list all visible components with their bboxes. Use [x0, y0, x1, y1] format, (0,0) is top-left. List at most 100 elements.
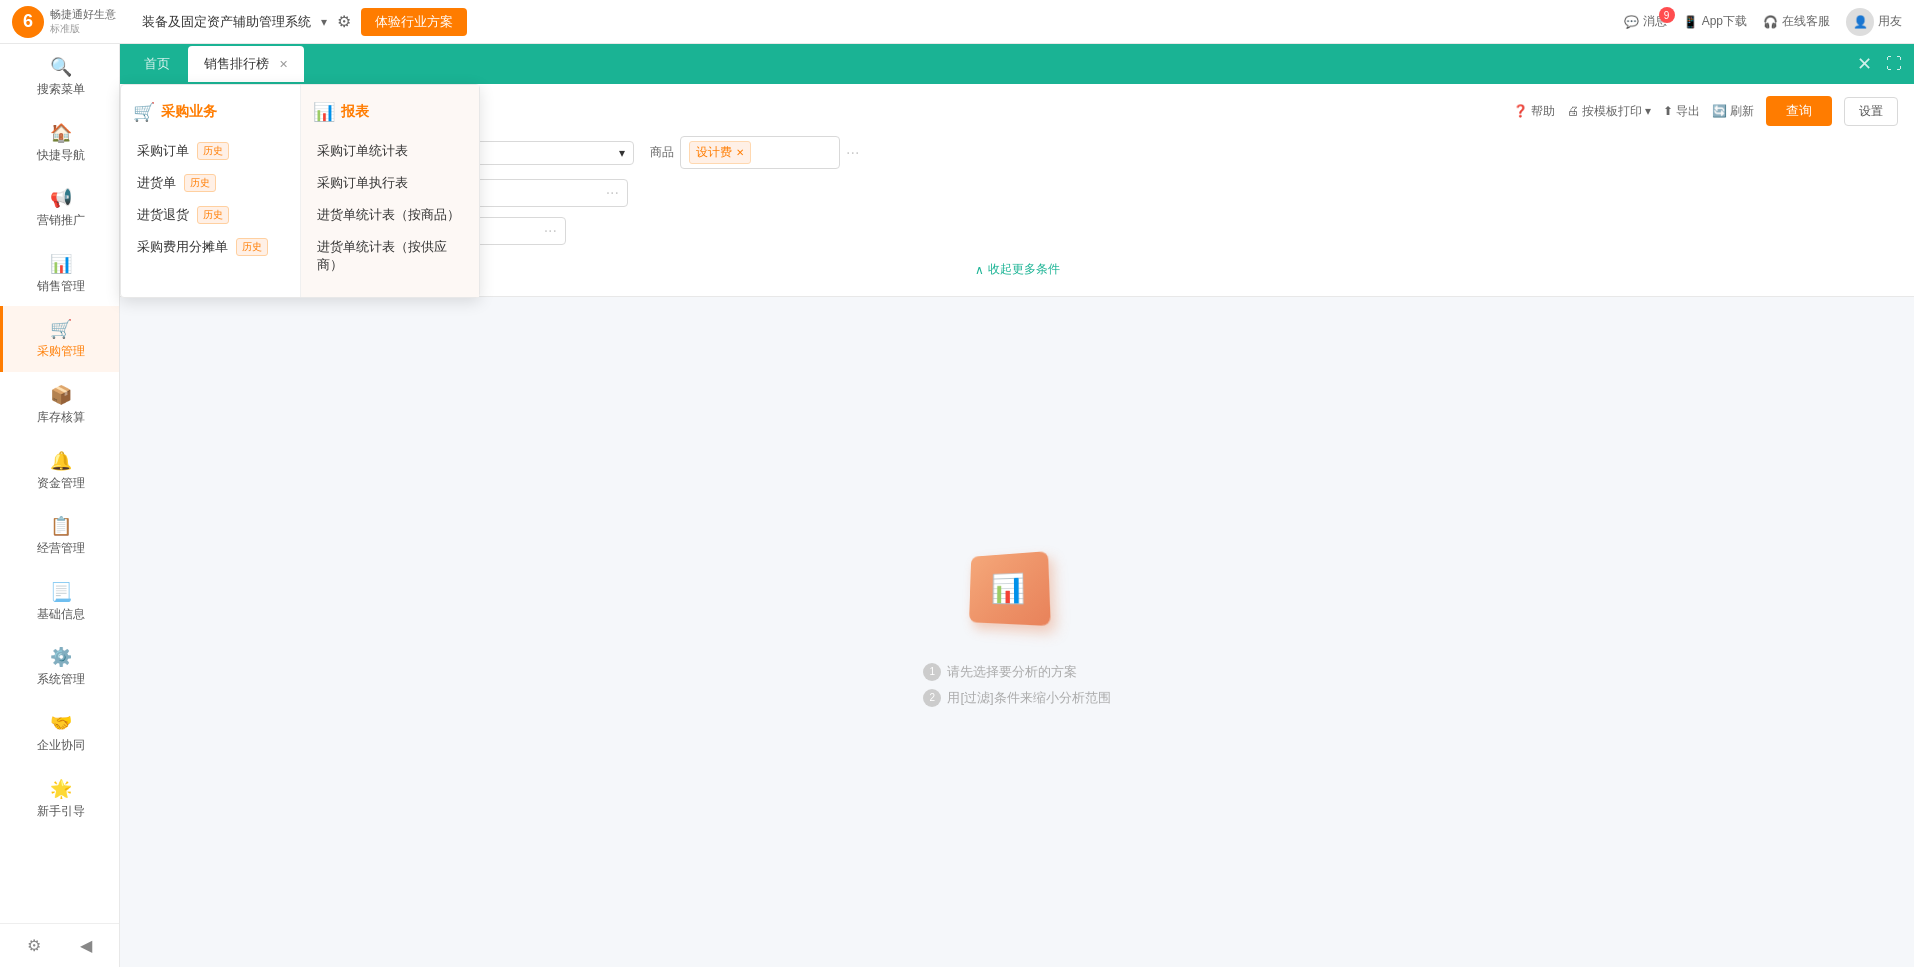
step-num-1: 1: [923, 663, 941, 681]
order-stats-label: 采购订单统计表: [317, 142, 408, 160]
menu-item-inbound-stats-goods[interactable]: 进货单统计表（按商品）: [313, 199, 468, 231]
message-icon: 💬: [1624, 15, 1639, 29]
goods-tag-close-btn[interactable]: ✕: [736, 147, 744, 158]
step-1-text: 请先选择要分析的方案: [947, 659, 1077, 685]
system-icon: ⚙️: [50, 646, 72, 668]
tab-close-all-btn[interactable]: ✕: [1849, 53, 1880, 75]
logo-text-block: 畅捷通好生意 标准版: [50, 7, 116, 35]
order-exec-label: 采购订单执行表: [317, 174, 408, 192]
sidebar-collapse-btn[interactable]: ◀: [80, 936, 92, 955]
goods-label: 商品: [650, 144, 674, 161]
staff-more-btn[interactable]: ···: [606, 184, 619, 202]
system-dropdown-btn[interactable]: ▾: [321, 15, 327, 29]
tab-home-label: 首页: [144, 56, 170, 71]
sidebar-settings-btn[interactable]: ⚙: [27, 936, 41, 955]
purchase-order-label: 采购订单: [137, 142, 189, 160]
print-icon: 🖨: [1567, 104, 1579, 118]
query-btn[interactable]: 查询: [1766, 96, 1832, 126]
sidebar-item-label: 系统管理: [37, 672, 85, 688]
purchase-icon: 🛒: [50, 318, 72, 340]
home-icon: 🏠: [50, 122, 72, 144]
inbound-label: 进货单: [137, 174, 176, 192]
tab-expand-btn[interactable]: ⛶: [1882, 55, 1906, 73]
menu-item-expense[interactable]: 采购费用分摊单 历史: [133, 231, 288, 263]
app-download-btn[interactable]: 📱 App下载: [1683, 13, 1747, 30]
sidebar-item-coop[interactable]: 🤝 企业协同: [0, 700, 119, 766]
expense-label: 采购费用分摊单: [137, 238, 228, 256]
export-btn[interactable]: ⬆ 导出: [1663, 103, 1700, 120]
goods-filter: 商品 设计费 ✕ ···: [650, 136, 859, 169]
sidebar-item-marketing[interactable]: 📢 营销推广: [0, 175, 119, 241]
empty-icon-box: 📊: [969, 551, 1051, 626]
sidebar-item-label: 新手引导: [37, 804, 85, 820]
menu-item-inbound-stats-supplier[interactable]: 进货单统计表（按供应商）: [313, 231, 468, 281]
sidebar-item-finance[interactable]: 🔔 资金管理: [0, 438, 119, 504]
empty-state: 📊 1 请先选择要分析的方案 2 用[过滤]条件来缩小分析范围: [923, 553, 1110, 711]
operations-icon: 📋: [50, 515, 72, 537]
menu-item-inbound[interactable]: 进货单 历史: [133, 167, 288, 199]
inbound-stats-supplier-label: 进货单统计表（按供应商）: [317, 238, 464, 274]
print-btn[interactable]: 🖨 按模板打印 ▾: [1567, 103, 1651, 120]
report-section: 📊 报表 采购订单统计表 采购订单执行表 进货单统计表（按商品） 进货单统计表（…: [300, 85, 480, 297]
logo-area: 6 畅捷通好生意 标准版: [12, 6, 132, 38]
header-mid: 装备及固定资产辅助管理系统 ▾ ⚙ 体验行业方案: [132, 8, 1624, 36]
tab-home[interactable]: 首页: [128, 46, 186, 82]
sidebar-item-sales[interactable]: 📊 销售管理: [0, 241, 119, 307]
sidebar-item-label: 企业协同: [37, 738, 85, 754]
step-2-text: 用[过滤]条件来缩小分析范围: [947, 685, 1110, 711]
print-dropdown-icon: ▾: [1645, 104, 1651, 118]
menu-item-return[interactable]: 进货退货 历史: [133, 199, 288, 231]
sidebar-bottom: ⚙ ◀: [0, 923, 119, 967]
online-service-btn[interactable]: 🎧 在线客服: [1763, 13, 1830, 30]
set-btn[interactable]: 设置: [1844, 97, 1898, 126]
menu-item-purchase-order[interactable]: 采购订单 历史: [133, 135, 288, 167]
tab-sales-rank[interactable]: 销售排行榜 ✕: [188, 46, 304, 82]
sidebar-item-guide[interactable]: 🌟 新手引导: [0, 766, 119, 832]
sidebar-item-label: 销售管理: [37, 279, 85, 295]
tab-close-btn[interactable]: ✕: [279, 46, 288, 82]
sidebar-item-label: 库存核算: [37, 410, 85, 426]
industry-btn[interactable]: 体验行业方案: [361, 8, 467, 36]
sidebar-item-inventory[interactable]: 📦 库存核算: [0, 372, 119, 438]
user-label: 用友: [1878, 13, 1902, 30]
header-right: 💬 消息 9 📱 App下载 🎧 在线客服 👤 用友: [1624, 8, 1902, 36]
customer-more-btn[interactable]: ···: [544, 222, 557, 240]
goods-tag-text: 设计费: [696, 144, 732, 161]
inbound-stats-goods-label: 进货单统计表（按商品）: [317, 206, 460, 224]
system-title: 装备及固定资产辅助管理系统: [142, 13, 311, 31]
purchase-dropdown-menu: 🛒 采购业务 采购订单 历史 进货单 历史 进货退货 历史 采购费用分摊单: [120, 84, 480, 298]
sidebar-item-label: 搜索菜单: [37, 82, 85, 98]
sidebar-item-label: 资金管理: [37, 476, 85, 492]
message-btn[interactable]: 💬 消息 9: [1624, 13, 1667, 30]
sidebar-item-basic[interactable]: 📃 基础信息: [0, 569, 119, 635]
sidebar-item-purchase[interactable]: 🛒 采购管理: [0, 306, 119, 372]
history-badge-2: 历史: [197, 206, 229, 224]
sidebar-item-label: 营销推广: [37, 213, 85, 229]
sidebar-item-label: 基础信息: [37, 607, 85, 623]
help-btn[interactable]: ❓ 帮助: [1513, 103, 1555, 120]
system-settings-btn[interactable]: ⚙: [337, 12, 351, 31]
menu-item-order-stats[interactable]: 采购订单统计表: [313, 135, 468, 167]
goods-tag: 设计费 ✕: [689, 141, 751, 164]
coop-icon: 🤝: [50, 712, 72, 734]
sidebar-item-label: 经营管理: [37, 541, 85, 557]
user-avatar: 👤: [1846, 8, 1874, 36]
goods-more-btn[interactable]: ···: [846, 144, 859, 162]
empty-text: 1 请先选择要分析的方案 2 用[过滤]条件来缩小分析范围: [923, 659, 1110, 711]
export-icon: ⬆: [1663, 104, 1673, 118]
collapse-icon: ∧: [975, 263, 984, 277]
step-num-2: 2: [923, 689, 941, 707]
refresh-btn[interactable]: 🔄 刷新: [1712, 103, 1754, 120]
sidebar-item-search[interactable]: 🔍 搜索菜单: [0, 44, 119, 110]
sidebar-item-label: 快捷导航: [37, 148, 85, 164]
sidebar-item-quick[interactable]: 🏠 快捷导航: [0, 110, 119, 176]
history-badge-1: 历史: [184, 174, 216, 192]
logo-sub: 标准版: [50, 22, 116, 36]
tab-sales-rank-label: 销售排行榜: [204, 56, 269, 71]
sidebar-item-operations[interactable]: 📋 经营管理: [0, 503, 119, 569]
main-content: 📊 1 请先选择要分析的方案 2 用[过滤]条件来缩小分析范围: [120, 297, 1914, 967]
user-btn[interactable]: 👤 用友: [1846, 8, 1902, 36]
sidebar-item-system[interactable]: ⚙️ 系统管理: [0, 634, 119, 700]
goods-control[interactable]: 设计费 ✕: [680, 136, 840, 169]
menu-item-order-exec[interactable]: 采购订单执行表: [313, 167, 468, 199]
